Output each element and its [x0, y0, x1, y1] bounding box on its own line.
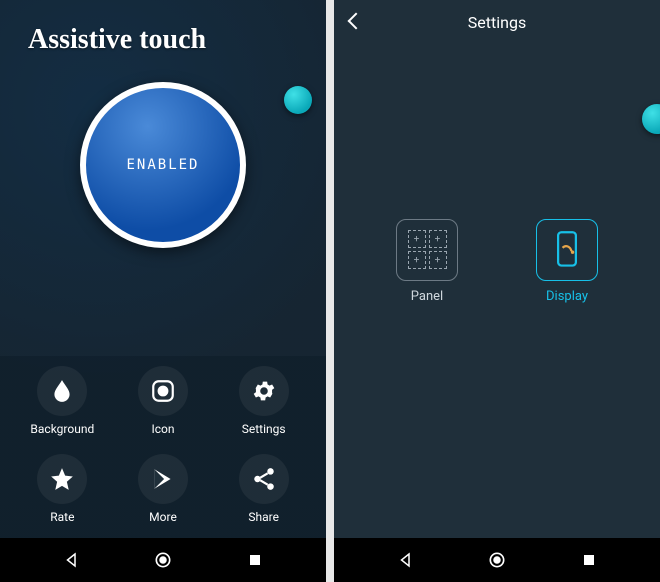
assistive-dot[interactable] — [284, 86, 312, 114]
menu-label: Background — [30, 422, 94, 436]
nav-home-button[interactable] — [143, 540, 183, 580]
nav-back-button[interactable] — [52, 540, 92, 580]
nav-back-button[interactable] — [386, 540, 426, 580]
star-icon — [37, 454, 87, 504]
drop-icon — [37, 366, 87, 416]
main-screen: Assistive touch ENABLED Background Icon — [0, 0, 326, 582]
android-navbar — [0, 538, 326, 582]
header-title: Settings — [468, 13, 526, 32]
main-content: Assistive touch ENABLED Background Icon — [0, 0, 326, 538]
panel-tile[interactable]: ++++ Panel — [387, 219, 467, 304]
menu-label: More — [149, 510, 177, 524]
display-icon — [536, 219, 598, 281]
display-tile[interactable]: Display — [527, 219, 607, 304]
panel-icon: ++++ — [396, 219, 458, 281]
menu-grid: Background Icon Settings Rate — [0, 356, 326, 538]
tile-label: Panel — [411, 289, 443, 304]
settings-screen: Settings ++++ Panel Display — [334, 0, 660, 582]
menu-label: Rate — [50, 510, 74, 524]
assistive-dot[interactable] — [642, 104, 660, 134]
tile-label: Display — [546, 289, 588, 304]
android-navbar — [334, 538, 660, 582]
nav-recent-button[interactable] — [569, 540, 609, 580]
menu-label: Share — [248, 510, 279, 524]
menu-label: Icon — [151, 422, 174, 436]
nav-recent-button[interactable] — [235, 540, 275, 580]
settings-header: Settings — [334, 0, 660, 44]
rate-button[interactable]: Rate — [12, 454, 113, 524]
back-button[interactable] — [344, 12, 364, 32]
settings-body: ++++ Panel Display — [334, 44, 660, 538]
enable-label: ENABLED — [126, 157, 199, 173]
menu-label: Settings — [242, 422, 286, 436]
more-button[interactable]: More — [113, 454, 214, 524]
enable-toggle[interactable]: ENABLED — [80, 82, 246, 248]
app-title: Assistive touch — [28, 24, 206, 56]
settings-button[interactable]: Settings — [213, 366, 314, 436]
circle-icon — [138, 366, 188, 416]
share-button[interactable]: Share — [213, 454, 314, 524]
play-icon — [138, 454, 188, 504]
icon-button[interactable]: Icon — [113, 366, 214, 436]
nav-home-button[interactable] — [477, 540, 517, 580]
background-button[interactable]: Background — [12, 366, 113, 436]
share-icon — [239, 454, 289, 504]
gear-icon — [239, 366, 289, 416]
